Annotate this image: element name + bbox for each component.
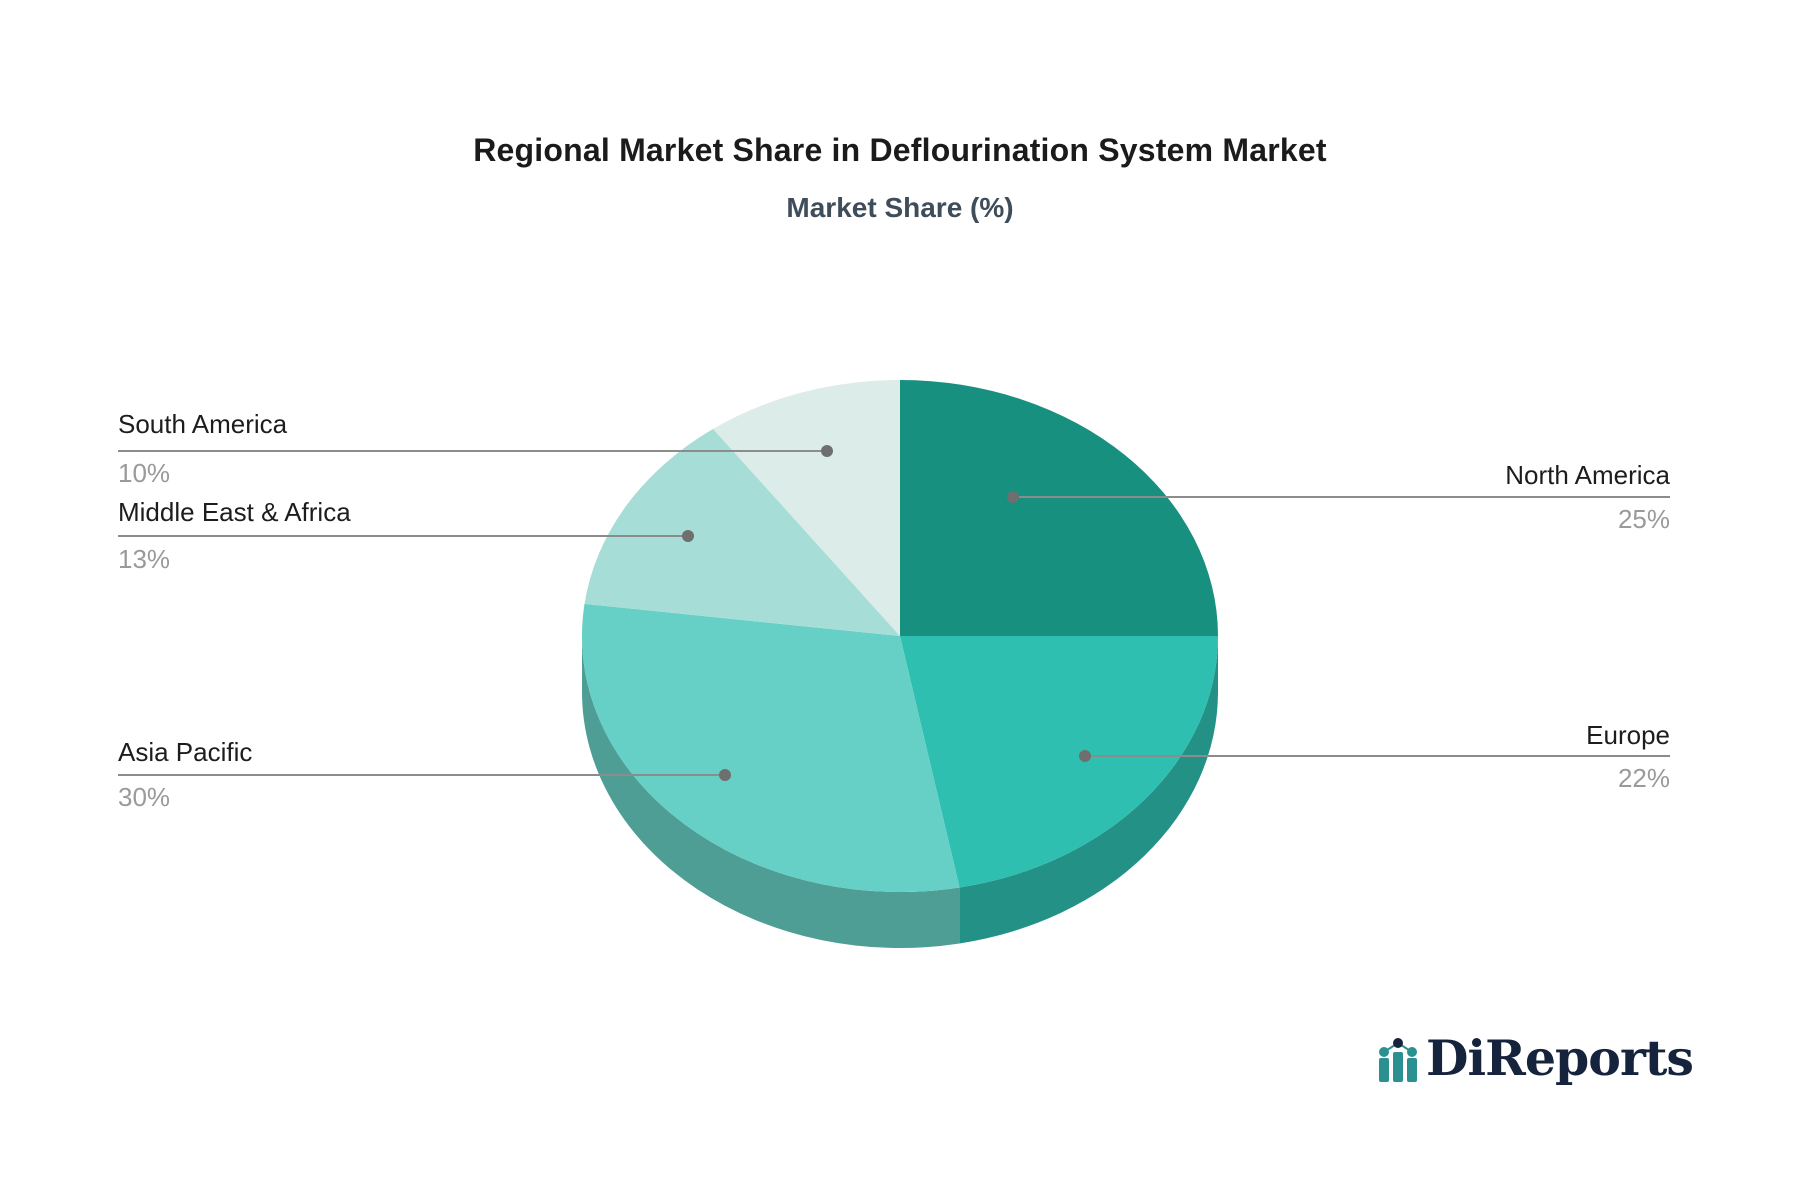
pie-slice-north-america: [900, 380, 1218, 636]
label-asia-pacific: Asia Pacific: [118, 737, 253, 767]
label-north-america: North America: [1505, 460, 1670, 490]
leader-dot-north-america: [1007, 491, 1019, 503]
value-north-america: 25%: [1617, 504, 1670, 534]
leader-dot-south-america: [821, 445, 833, 457]
logo-dot-left: [1379, 1047, 1389, 1057]
pie-slices: [581, 380, 1218, 892]
label-middle-east-africa: Middle East & Africa: [118, 497, 351, 527]
value-asia-pacific: 30%: [118, 782, 171, 812]
value-south-america: 10%: [118, 458, 171, 488]
logo-dot-middle: [1393, 1038, 1403, 1048]
value-middle-east-africa: 13%: [118, 544, 171, 574]
value-europe: 22%: [1617, 763, 1670, 793]
bar-chart-logo-icon: [1379, 1038, 1417, 1082]
leader-dot-europe: [1079, 750, 1091, 762]
direports-logo: DiReports: [1378, 1034, 1708, 1144]
leader-dot-asia-pacific: [719, 769, 731, 781]
logo-dot-right: [1407, 1047, 1417, 1057]
logo-bar-2: [1393, 1052, 1403, 1082]
logo-text: DiReports: [1426, 1029, 1694, 1087]
pie-chart: [118, 380, 1670, 949]
label-europe: Europe: [1586, 720, 1670, 750]
leader-dot-middle-east-africa: [682, 530, 694, 542]
chart-canvas: Regional Market Share in Deflourination …: [0, 0, 1800, 1196]
logo-bar-3: [1407, 1058, 1417, 1082]
label-south-america: South America: [118, 409, 288, 439]
logo-bar-1: [1379, 1058, 1389, 1082]
